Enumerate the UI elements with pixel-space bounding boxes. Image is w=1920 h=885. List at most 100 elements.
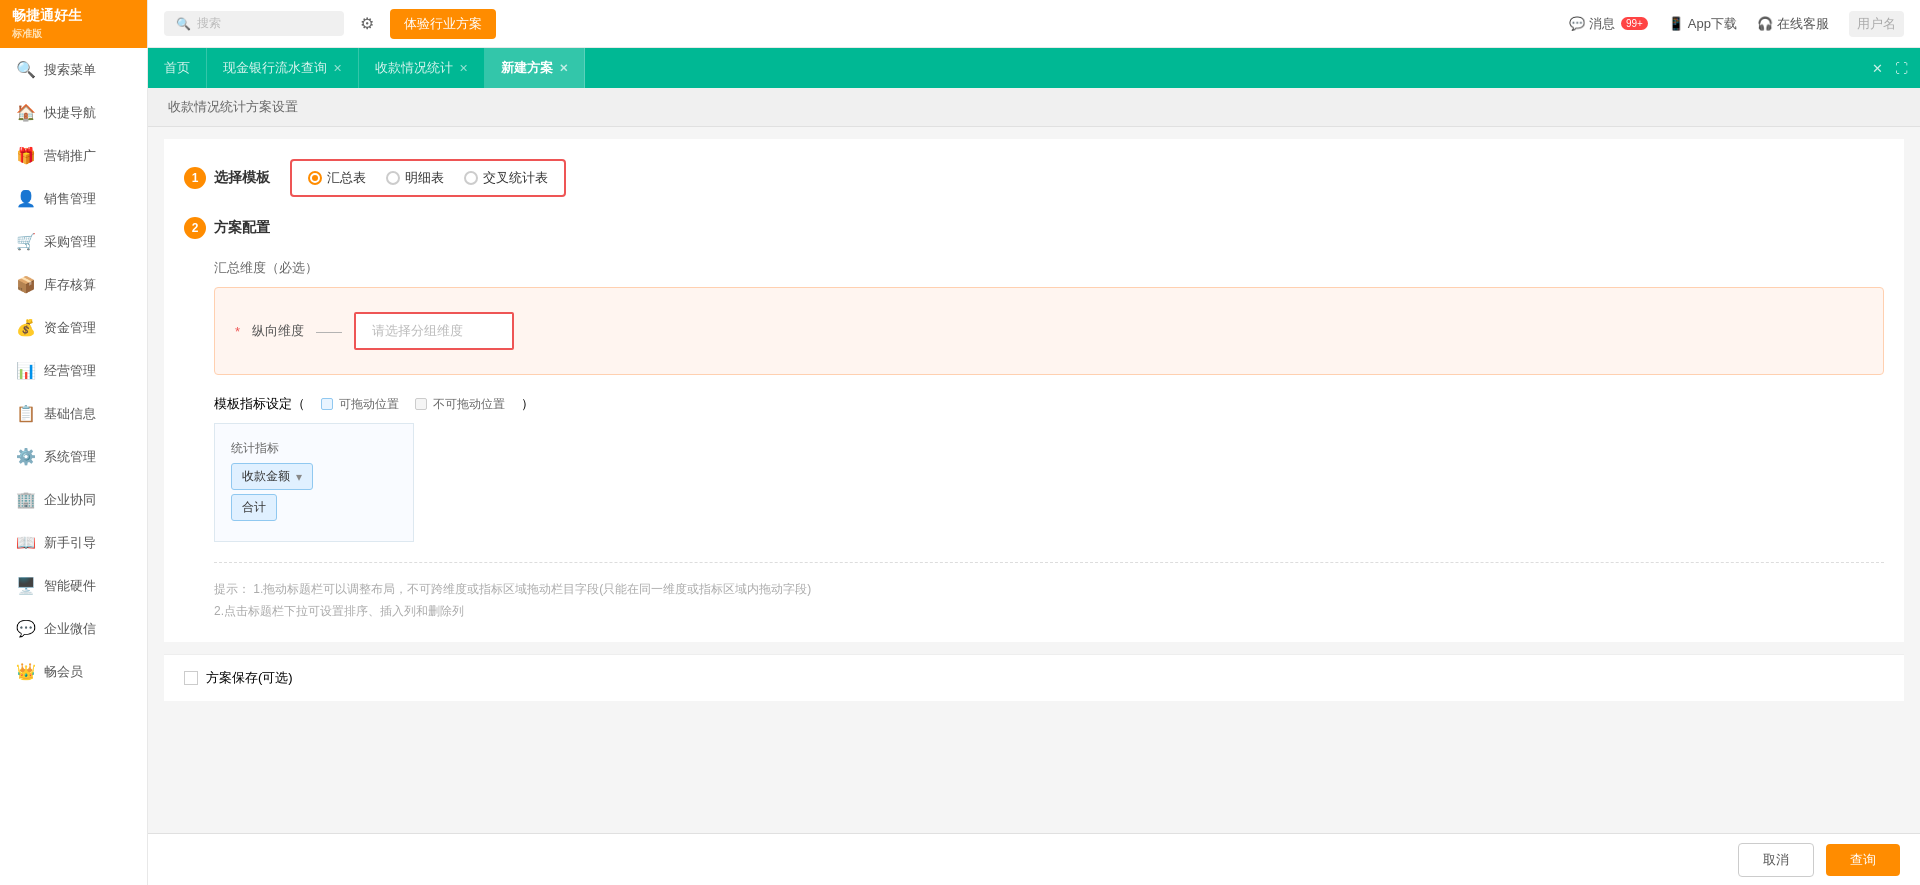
gear-icon: ⚙️ (16, 447, 36, 466)
user-icon: 👤 (16, 189, 36, 208)
step2-number: 2 (184, 217, 206, 239)
app-version: 标准版 (12, 27, 82, 41)
message-item[interactable]: 💬 消息 99+ (1569, 15, 1648, 33)
tab-newplan-close[interactable]: ✕ (559, 62, 568, 75)
search-icon: 🔍 (16, 60, 36, 79)
tab-bank-close[interactable]: ✕ (333, 62, 342, 75)
query-button[interactable]: 查询 (1826, 844, 1900, 876)
monitor-icon: 🖥️ (16, 576, 36, 595)
sidebar-item-quick[interactable]: 🏠 快捷导航 (0, 91, 147, 134)
trial-button[interactable]: 体验行业方案 (390, 9, 496, 39)
tab-bank[interactable]: 现金银行流水查询 ✕ (207, 48, 359, 88)
list-icon: 📋 (16, 404, 36, 423)
sidebar-item-operation[interactable]: 📊 经营管理 (0, 349, 147, 392)
download-item[interactable]: 📱 App下载 (1668, 15, 1737, 33)
indicator-subtags-row: 合计 (231, 494, 397, 525)
tabbar: 首页 现金银行流水查询 ✕ 收款情况统计 ✕ 新建方案 ✕ ✕ ⛶ (148, 48, 1920, 88)
tab-newplan[interactable]: 新建方案 ✕ (485, 48, 585, 88)
sidebar-item-label: 企业协同 (44, 491, 96, 509)
home-icon: 🏠 (16, 103, 36, 122)
sidebar-item-label: 库存核算 (44, 276, 96, 294)
radio-summary[interactable]: 汇总表 (308, 169, 366, 187)
dim-row: * 纵向维度 —— 请选择分组维度 (235, 312, 1863, 350)
sidebar-item-purchase[interactable]: 🛒 采购管理 (0, 220, 147, 263)
sidebar-item-search[interactable]: 🔍 搜索菜单 (0, 48, 147, 91)
sidebar-item-basic[interactable]: 📋 基础信息 (0, 392, 147, 435)
tip-line1: 提示： 1.拖动标题栏可以调整布局，不可跨维度或指标区域拖动栏目字段(只能在同一… (214, 579, 1884, 601)
download-label: App下载 (1688, 15, 1737, 33)
sidebar-item-system[interactable]: ⚙️ 系统管理 (0, 435, 147, 478)
sidebar-item-wechat[interactable]: 💬 企业微信 (0, 607, 147, 650)
radio-summary-label: 汇总表 (327, 169, 366, 187)
indicator-tag-revenue[interactable]: 收款金额 ▾ (231, 463, 313, 490)
sidebar-item-guide[interactable]: 📖 新手引导 (0, 521, 147, 564)
sidebar-item-label: 资金管理 (44, 319, 96, 337)
sidebar-item-label: 经营管理 (44, 362, 96, 380)
indicator-label-row: 模板指标设定（ 可拖动位置 不可拖动位置 ） (214, 395, 1884, 413)
legend-fixed-label: 不可拖动位置 (433, 396, 505, 413)
sidebar-item-label: 新手引导 (44, 534, 96, 552)
radio-cross-label: 交叉统计表 (483, 169, 548, 187)
save-checkbox[interactable] (184, 671, 198, 685)
step2-row: 2 方案配置 (184, 217, 1884, 239)
tab-stats[interactable]: 收款情况统计 ✕ (359, 48, 485, 88)
tab-home[interactable]: 首页 (148, 48, 207, 88)
user-avatar[interactable]: 用户名 (1849, 11, 1904, 37)
chevron-down-icon: ▾ (296, 470, 302, 484)
radio-cross-circle (464, 171, 478, 185)
legend-fixed-dot (415, 398, 427, 410)
radio-detail-label: 明细表 (405, 169, 444, 187)
content-area: 收款情况统计方案设置 1 选择模板 汇总表 明细表 (148, 88, 1920, 885)
tab-bank-label: 现金银行流水查询 (223, 59, 327, 77)
dim-select-input[interactable]: 请选择分组维度 (354, 312, 514, 350)
dim-arrow: —— (316, 324, 342, 339)
dim-section-title: 汇总维度（必选） (214, 259, 1884, 277)
tip-line2: 2.点击标题栏下拉可设置排序、插入列和删除列 (214, 601, 1884, 623)
sidebar-item-marketing[interactable]: 🎁 营销推广 (0, 134, 147, 177)
sidebar-item-member[interactable]: 👑 畅会员 (0, 650, 147, 693)
message-icon: 💬 (1569, 16, 1585, 31)
sidebar-item-label: 畅会员 (44, 663, 83, 681)
message-label: 消息 (1589, 15, 1615, 33)
support-label: 在线客服 (1777, 15, 1829, 33)
topbar: 🔍 搜索 ⚙ 体验行业方案 💬 消息 99+ 📱 App下载 🎧 在线客服 用户… (148, 0, 1920, 48)
sidebar-item-coop[interactable]: 🏢 企业协同 (0, 478, 147, 521)
tabbar-controls: ✕ ⛶ (1860, 48, 1920, 88)
indicator-section: 模板指标设定（ 可拖动位置 不可拖动位置 ） 统计指标 (214, 395, 1884, 542)
tab-home-label: 首页 (164, 59, 190, 77)
sidebar-item-label: 快捷导航 (44, 104, 96, 122)
search-placeholder: 搜索 (197, 15, 221, 32)
headset-icon: 🎧 (1757, 16, 1773, 31)
sidebar-item-label: 搜索菜单 (44, 61, 96, 79)
sidebar-item-label: 智能硬件 (44, 577, 96, 595)
tab-expand-icon[interactable]: ⛶ (1895, 61, 1908, 76)
sidebar-item-sales[interactable]: 👤 销售管理 (0, 177, 147, 220)
indicator-group-title: 统计指标 (231, 440, 397, 457)
sidebar-item-label: 采购管理 (44, 233, 96, 251)
cancel-button[interactable]: 取消 (1738, 843, 1814, 877)
sidebar-item-finance[interactable]: 💰 资金管理 (0, 306, 147, 349)
page-title: 收款情况统计方案设置 (148, 88, 1920, 127)
tab-stats-close[interactable]: ✕ (459, 62, 468, 75)
sidebar: 畅捷通好生 标准版 🔍 搜索菜单 🏠 快捷导航 🎁 营销推广 👤 销售管理 🛒 … (0, 0, 148, 885)
search-box[interactable]: 🔍 搜索 (164, 11, 344, 36)
cart-icon: 🛒 (16, 232, 36, 251)
download-icon: 📱 (1668, 16, 1684, 31)
support-item[interactable]: 🎧 在线客服 (1757, 15, 1829, 33)
sidebar-item-hardware[interactable]: 🖥️ 智能硬件 (0, 564, 147, 607)
sidebar-item-label: 销售管理 (44, 190, 96, 208)
sidebar-item-inventory[interactable]: 📦 库存核算 (0, 263, 147, 306)
sidebar-logo: 畅捷通好生 标准版 (0, 0, 147, 48)
message-badge: 99+ (1621, 17, 1648, 30)
tab-close-all-icon[interactable]: ✕ (1872, 61, 1883, 76)
sidebar-item-label: 企业微信 (44, 620, 96, 638)
radio-cross[interactable]: 交叉统计表 (464, 169, 548, 187)
legend-movable-label: 可拖动位置 (339, 396, 399, 413)
radio-detail[interactable]: 明细表 (386, 169, 444, 187)
chat-icon: 💬 (16, 619, 36, 638)
save-row: 方案保存(可选) (164, 654, 1904, 701)
step1-row: 1 选择模板 汇总表 明细表 交叉统计表 (184, 159, 1884, 197)
settings-icon[interactable]: ⚙ (360, 14, 374, 33)
search-icon: 🔍 (176, 17, 191, 31)
dimension-box: * 纵向维度 —— 请选择分组维度 (214, 287, 1884, 375)
